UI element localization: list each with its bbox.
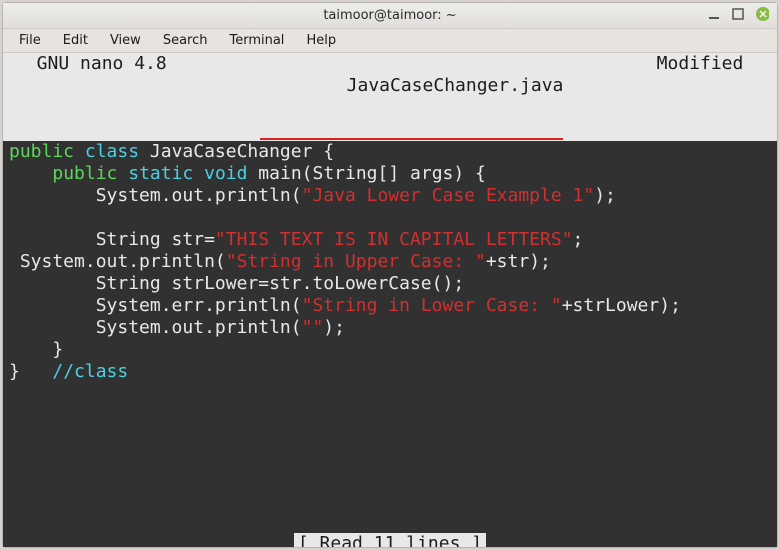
code-line: System.out.println("Java Lower Case Exam… — [9, 185, 771, 207]
code-line: } //class — [9, 361, 771, 383]
minimize-icon[interactable] — [707, 7, 721, 21]
menu-terminal[interactable]: Terminal — [219, 31, 294, 50]
nano-app-name: GNU nano 4.8 — [3, 53, 167, 141]
window-controls — [707, 7, 769, 21]
nano-status-text: [ Read 11 lines ] — [294, 533, 486, 547]
menubar: File Edit View Search Terminal Help — [3, 29, 777, 53]
filename-underline — [260, 138, 563, 140]
nano-filename: JavaCaseChanger.java — [260, 53, 563, 141]
menu-search[interactable]: Search — [153, 31, 218, 50]
nano-filename-text: JavaCaseChanger.java — [347, 75, 564, 96]
code-line: } — [9, 339, 771, 361]
menu-file[interactable]: File — [9, 31, 51, 50]
code-line: public static void main(String[] args) { — [9, 163, 771, 185]
terminal-area[interactable]: GNU nano 4.8 JavaCaseChanger.java Modifi… — [3, 53, 777, 547]
code-line — [9, 207, 771, 229]
code-line: String strLower=str.toLowerCase(); — [9, 273, 771, 295]
close-icon[interactable] — [755, 7, 769, 21]
menu-edit[interactable]: Edit — [53, 31, 98, 50]
menu-help[interactable]: Help — [296, 31, 346, 50]
code-content[interactable]: public class JavaCaseChanger { public st… — [3, 141, 777, 383]
terminal-window: taimoor@taimoor: ~ File Edit View Search… — [2, 2, 778, 548]
window-title: taimoor@taimoor: ~ — [323, 8, 456, 23]
nano-header: GNU nano 4.8 JavaCaseChanger.java Modifi… — [3, 53, 777, 141]
menu-view[interactable]: View — [100, 31, 151, 50]
code-line: System.out.println(""); — [9, 317, 771, 339]
maximize-icon[interactable] — [731, 7, 745, 21]
code-line: System.err.println("String in Lower Case… — [9, 295, 771, 317]
titlebar: taimoor@taimoor: ~ — [3, 3, 777, 29]
code-line: String str="THIS TEXT IS IN CAPITAL LETT… — [9, 229, 771, 251]
code-line: System.out.println("String in Upper Case… — [9, 251, 771, 273]
code-line: public class JavaCaseChanger { — [9, 141, 771, 163]
nano-status-bar: [ Read 11 lines ] — [3, 533, 777, 547]
nano-modified: Modified — [657, 53, 777, 141]
